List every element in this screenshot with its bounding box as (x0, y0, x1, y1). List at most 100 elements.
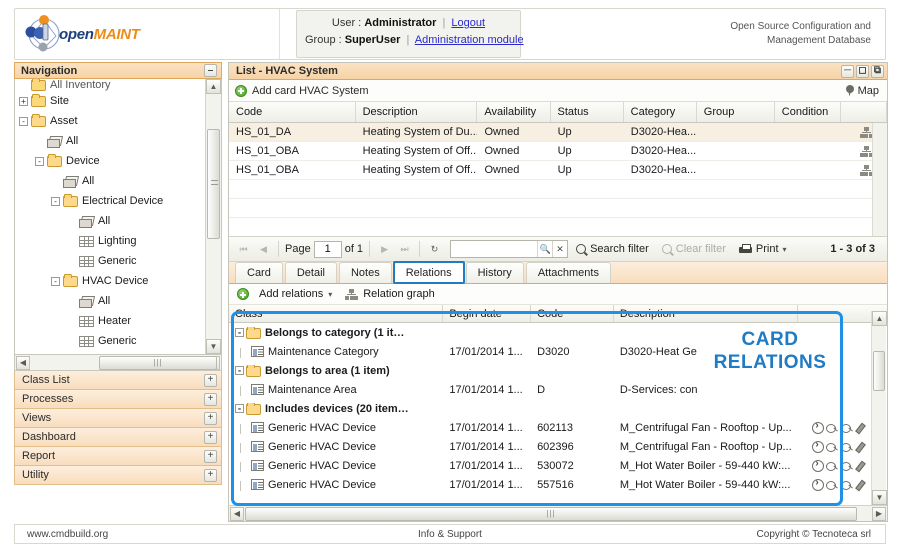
column-header[interactable]: Code (229, 102, 356, 122)
navigation-tree[interactable]: All Inventory + Site - Asset All - Device All - El… (14, 79, 222, 355)
navigation-tree-horizontal-scrollbar[interactable]: ◀ ||| ▶ (14, 355, 222, 371)
sidebar-item-processes[interactable]: Processes + (14, 390, 222, 409)
relations-item-row[interactable]: Generic HVAC Device 17/01/2014 1... 530072… (229, 456, 887, 475)
collapse-icon[interactable]: - (19, 116, 28, 126)
app-logo[interactable]: openMAINT (15, 9, 280, 59)
relations-group-row[interactable]: - Belongs to category (1 it… (229, 323, 887, 342)
tree-node[interactable]: - Electrical Device (15, 191, 205, 211)
tree-node[interactable]: Generic (15, 251, 205, 271)
relations-column-header[interactable]: Description (614, 305, 799, 322)
accordion-expand-button[interactable]: + (204, 373, 217, 387)
column-header[interactable]: Condition (775, 102, 842, 122)
relations-column-header[interactable]: Class (229, 305, 444, 322)
table-row[interactable]: HS_01_OBA Heating System of Off... Owned Up… (229, 142, 887, 161)
scrollbar-thumb[interactable] (207, 129, 220, 239)
sidebar-item-dashboard[interactable]: Dashboard + (14, 428, 222, 447)
tree-node[interactable]: - Device (15, 151, 205, 171)
relation-graph-row-icon[interactable] (859, 126, 873, 138)
page-number-input[interactable]: 1 (313, 240, 342, 258)
relations-column-header[interactable]: Code (531, 305, 614, 322)
column-header[interactable]: Availability (477, 102, 551, 122)
view-card-icon[interactable] (826, 441, 839, 453)
scroll-right-icon[interactable]: ▶ (872, 506, 886, 521)
expand-icon[interactable]: + (19, 96, 28, 106)
relations-item-row[interactable]: Generic HVAC Device 17/01/2014 1... 602396… (229, 437, 887, 456)
tree-node[interactable]: Heater (15, 311, 205, 331)
sidebar-item-report[interactable]: Report + (14, 447, 222, 466)
tree-node[interactable]: - HVAC Device (15, 271, 205, 291)
scroll-left-icon[interactable]: ◀ (16, 355, 30, 370)
scroll-up-icon[interactable]: ▲ (206, 79, 221, 94)
scrollbar-thumb[interactable] (873, 351, 885, 391)
view-card-icon[interactable] (826, 479, 839, 491)
accordion-expand-button[interactable]: + (204, 468, 217, 482)
column-header[interactable]: Category (624, 102, 697, 122)
scroll-down-icon[interactable]: ▼ (206, 339, 221, 354)
hscroll-track[interactable]: ||| (245, 506, 871, 521)
tree-node[interactable]: Lighting (15, 231, 205, 251)
tab-detail[interactable]: Detail (284, 262, 337, 283)
navigation-collapse-button[interactable]: – (204, 64, 217, 77)
map-button[interactable]: Map (845, 84, 879, 97)
footer-website-link[interactable]: www.cmdbuild.org (15, 529, 315, 540)
sidebar-item-class-list[interactable]: Class List + (14, 371, 222, 390)
card-grid-vertical-scrollbar[interactable] (872, 123, 887, 236)
navigation-tree-vertical-scrollbar[interactable]: ▲ ▼ (205, 79, 221, 354)
sidebar-item-views[interactable]: Views + (14, 409, 222, 428)
tree-node[interactable]: All (15, 211, 205, 231)
quick-filter-clear-icon[interactable]: ✕ (552, 241, 567, 257)
open-detail-icon[interactable] (812, 420, 824, 434)
edit-icon[interactable] (856, 460, 865, 472)
administration-module-link[interactable]: Administration module (415, 34, 524, 46)
tab-card[interactable]: Card (235, 262, 283, 283)
search-filter-button[interactable]: Search filter (571, 243, 654, 255)
chevron-down-icon[interactable]: ▾ (783, 245, 787, 254)
open-detail-icon[interactable] (812, 477, 824, 491)
tree-node[interactable]: All (15, 291, 205, 311)
tab-history[interactable]: History (465, 262, 524, 283)
relations-item-row[interactable]: Generic HVAC Device 17/01/2014 1... 602113… (229, 418, 887, 437)
collapse-icon[interactable]: - (235, 366, 244, 375)
quick-filter-search-icon[interactable]: 🔍 (537, 241, 552, 257)
collapse-icon[interactable]: - (51, 276, 60, 286)
tree-node[interactable]: All (15, 171, 205, 191)
relations-grid-body[interactable]: - Belongs to category (1 it… Maintenance C… (229, 323, 887, 494)
last-page-icon[interactable]: ⏭ (396, 241, 413, 258)
scroll-up-icon[interactable]: ▲ (872, 311, 887, 326)
view-relation-icon[interactable] (841, 479, 854, 491)
view-card-icon[interactable] (826, 422, 839, 434)
tree-node[interactable]: - Asset (15, 111, 205, 131)
column-header[interactable]: Description (356, 102, 478, 122)
first-page-icon[interactable]: ⏮ (235, 241, 252, 258)
add-relations-button[interactable]: Add relations (259, 288, 323, 300)
column-header[interactable]: Group (697, 102, 775, 122)
tree-node[interactable]: All (15, 131, 205, 151)
hscroll-thumb[interactable]: ||| (99, 355, 217, 370)
open-detail-icon[interactable] (812, 458, 824, 472)
tree-node[interactable]: Generic (15, 331, 205, 351)
relation-graph-row-icon[interactable] (859, 164, 873, 176)
table-row[interactable]: HS_01_OBA Heating System of Off... Owned Up… (229, 161, 887, 180)
relations-group-row[interactable]: - Includes devices (20 item… (229, 399, 887, 418)
relations-item-row[interactable]: Generic HVAC Device 17/01/2014 1... 557516… (229, 475, 887, 494)
relations-group-row[interactable]: - Belongs to area (1 item) (229, 361, 887, 380)
relations-column-header[interactable]: Begin date (443, 305, 532, 322)
collapse-icon[interactable]: - (235, 404, 244, 413)
refresh-icon[interactable]: ↻ (426, 241, 443, 258)
scroll-down-icon[interactable]: ▼ (872, 490, 887, 505)
collapse-icon[interactable]: - (35, 156, 44, 166)
logout-link[interactable]: Logout (451, 17, 485, 29)
collapse-icon[interactable]: - (51, 196, 60, 206)
chevron-down-icon[interactable]: ▾ (328, 290, 332, 299)
accordion-expand-button[interactable]: + (204, 392, 217, 406)
tab-notes[interactable]: Notes (338, 262, 392, 283)
next-page-icon[interactable]: ▶ (376, 241, 393, 258)
relations-vertical-scrollbar[interactable]: ▲ ▼ (871, 311, 887, 505)
tab-relations[interactable]: Relations (392, 261, 465, 284)
print-button[interactable]: Print ▾ (734, 243, 792, 255)
footer-info-support-link[interactable]: Info & Support (315, 529, 585, 540)
edit-icon[interactable] (856, 441, 865, 453)
clear-filter-button[interactable]: Clear filter (657, 243, 731, 255)
relations-item-row[interactable]: Maintenance Area 17/01/2014 1... D D-Servic… (229, 380, 887, 399)
minimize-icon[interactable]: ─ (841, 64, 854, 78)
